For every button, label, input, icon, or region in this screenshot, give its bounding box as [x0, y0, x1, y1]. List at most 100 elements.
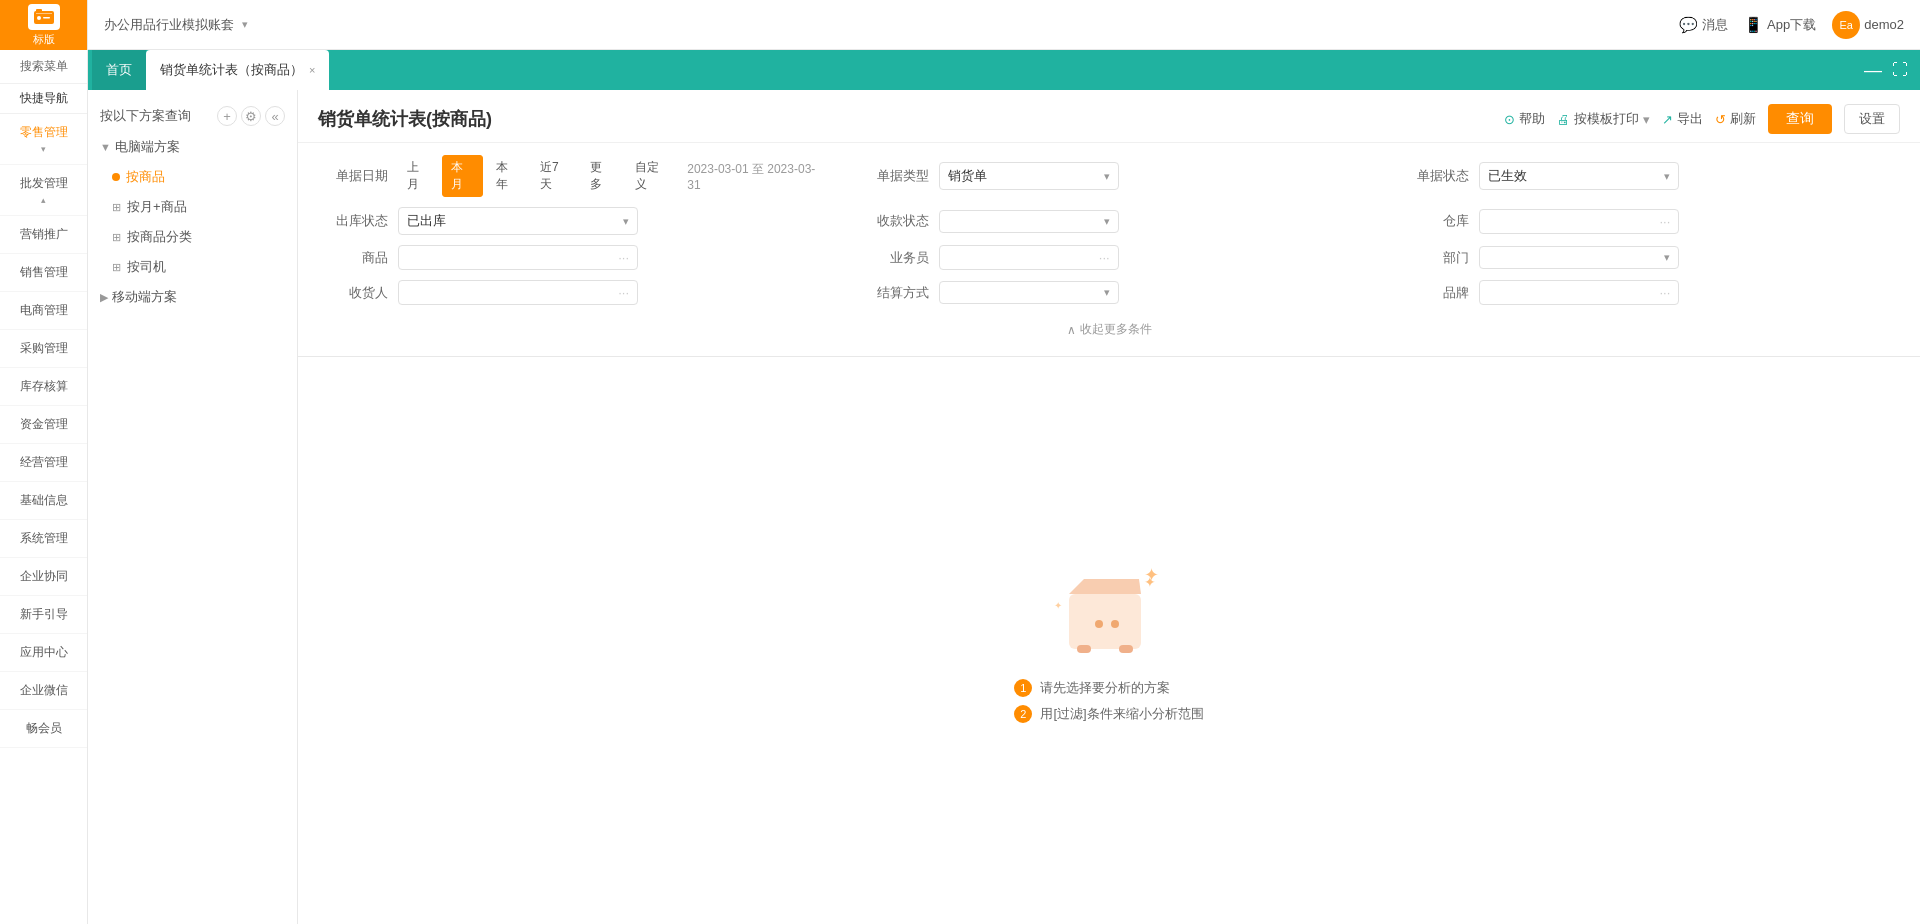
settings-btn[interactable]: 设置 [1844, 104, 1900, 134]
status-select[interactable]: 已生效 ▾ [1479, 162, 1679, 190]
payment-method-arrow: ▾ [1104, 286, 1110, 299]
tree-item-by-product[interactable]: 按商品 [88, 162, 297, 192]
by-product-label: 按商品 [126, 168, 285, 186]
tab-bar: 首页 销货单统计表（按商品） × — ⛶ [88, 50, 1920, 90]
payment-status-field: ▾ [939, 210, 1360, 233]
print-dropdown-icon: ▾ [1643, 112, 1650, 127]
goods-input[interactable]: ··· [398, 245, 638, 270]
tree-mobile-group[interactable]: ▶ 移动端方案 [88, 282, 297, 312]
warehouse-dots: ··· [1660, 214, 1671, 229]
tab-home[interactable]: 首页 [92, 50, 146, 90]
dept-select[interactable]: ▾ [1479, 246, 1679, 269]
tab-fullscreen-icon[interactable]: ⛶ [1892, 61, 1908, 79]
search-menu[interactable]: 搜索菜单 [0, 50, 87, 84]
svg-rect-10 [1077, 645, 1091, 653]
sidebar-item-basic[interactable]: 基础信息 [0, 482, 87, 520]
sidebar-item-newguide[interactable]: 新手引导 [0, 596, 87, 634]
sidebar-item-finance[interactable]: 资金管理 [0, 406, 87, 444]
tab-report-close[interactable]: × [309, 64, 315, 76]
collapse-arrow-icon: ∧ [1067, 323, 1076, 337]
warehouse-input[interactable]: ··· [1479, 209, 1679, 234]
settings-scheme-btn[interactable]: ⚙ [241, 106, 261, 126]
sidebar-item-inventory[interactable]: 库存核算 [0, 368, 87, 406]
quick-nav-label: 快捷导航 [20, 91, 68, 105]
sidebar-item-retail[interactable]: 零售管理 ▾ [0, 114, 87, 165]
svg-rect-11 [1119, 645, 1133, 653]
date-custom[interactable]: 自定义 [626, 155, 677, 197]
app-download-action[interactable]: 📱 App下载 [1744, 16, 1816, 34]
out-status-select[interactable]: 已出库 ▾ [398, 207, 638, 235]
tab-minimize-icon[interactable]: — [1864, 60, 1882, 81]
salesperson-dots: ··· [1099, 250, 1110, 265]
sidebar-item-sales[interactable]: 销售管理 [0, 254, 87, 292]
sidebar-item-marketing-label: 营销推广 [20, 226, 68, 243]
sidebar-item-operation[interactable]: 经营管理 [0, 444, 87, 482]
query-label: 查询 [1786, 110, 1814, 128]
help-btn[interactable]: ⊙ 帮助 [1504, 110, 1545, 128]
sidebar-item-ecommerce[interactable]: 电商管理 [0, 292, 87, 330]
sidebar-item-system[interactable]: 系统管理 [0, 520, 87, 558]
user-profile[interactable]: Ea demo2 [1832, 11, 1904, 39]
by-printer-label: 按司机 [127, 258, 285, 276]
sidebar-item-system-label: 系统管理 [20, 530, 68, 547]
receiver-dots: ··· [618, 285, 629, 300]
svg-rect-1 [36, 9, 42, 13]
message-icon: 💬 [1679, 16, 1698, 34]
tree-item-by-category[interactable]: ⊞ 按商品分类 [88, 222, 297, 252]
collapse-filters-btn[interactable]: ∧ 收起更多条件 [318, 315, 1900, 344]
tab-report-label: 销货单统计表（按商品） [160, 61, 303, 79]
industry-dropdown-icon[interactable]: ▾ [242, 18, 248, 31]
sidebar-item-marketing[interactable]: 营销推广 [0, 216, 87, 254]
sidebar-item-appcenter-label: 应用中心 [20, 644, 68, 661]
sidebar-item-purchase[interactable]: 采购管理 [0, 330, 87, 368]
payment-method-select[interactable]: ▾ [939, 281, 1119, 304]
svg-point-7 [1111, 620, 1119, 628]
add-scheme-btn[interactable]: + [217, 106, 237, 126]
help-icon: ⊙ [1504, 112, 1515, 127]
refresh-btn[interactable]: ↺ 刷新 [1715, 110, 1756, 128]
payment-method-label: 结算方式 [859, 284, 939, 302]
sidebar-item-wechat[interactable]: 企业微信 [0, 672, 87, 710]
sidebar-item-wholesale[interactable]: 批发管理 ▴ [0, 165, 87, 216]
tree-item-by-month-product[interactable]: ⊞ 按月+商品 [88, 192, 297, 222]
brand-input[interactable]: ··· [1479, 280, 1679, 305]
export-icon: ↗ [1662, 112, 1673, 127]
date-more[interactable]: 更多 [581, 155, 621, 197]
salesperson-input[interactable]: ··· [939, 245, 1119, 270]
sidebar-item-enterprise[interactable]: 企业协同 [0, 558, 87, 596]
receiver-input[interactable]: ··· [398, 280, 638, 305]
left-panel-header: 按以下方案查询 + ⚙ « [88, 100, 297, 132]
salesperson-field: ··· [939, 245, 1360, 270]
sidebar-item-retail-label: 零售管理 [20, 124, 68, 141]
app-download-icon: 📱 [1744, 16, 1763, 34]
date-this-month[interactable]: 本月 [442, 155, 482, 197]
page-title: 销货单统计表(按商品) [318, 107, 492, 131]
by-category-label: 按商品分类 [127, 228, 285, 246]
export-btn[interactable]: ↗ 导出 [1662, 110, 1703, 128]
dept-label: 部门 [1399, 249, 1479, 267]
sidebar-item-ecommerce-label: 电商管理 [20, 302, 68, 319]
by-category-icon: ⊞ [112, 231, 121, 244]
help-label: 帮助 [1519, 110, 1545, 128]
sidebar-item-member[interactable]: 畅会员 [0, 710, 87, 748]
payment-status-select[interactable]: ▾ [939, 210, 1119, 233]
refresh-label: 刷新 [1730, 110, 1756, 128]
query-btn[interactable]: 查询 [1768, 104, 1832, 134]
sidebar-item-appcenter[interactable]: 应用中心 [0, 634, 87, 672]
svg-point-3 [37, 16, 41, 20]
tree-item-by-printer[interactable]: ⊞ 按司机 [88, 252, 297, 282]
tab-report[interactable]: 销货单统计表（按商品） × [146, 50, 329, 90]
order-type-select[interactable]: 销货单 ▾ [939, 162, 1119, 190]
date-this-year[interactable]: 本年 [487, 155, 527, 197]
collapse-tree-btn[interactable]: « [265, 106, 285, 126]
step1-text: 请先选择要分析的方案 [1040, 679, 1170, 697]
quick-nav[interactable]: 快捷导航 [0, 84, 87, 114]
tree-pc-group[interactable]: ▼ 电脑端方案 [88, 132, 297, 162]
order-type-value: 销货单 [948, 167, 987, 185]
print-btn[interactable]: 🖨 按模板打印 ▾ [1557, 110, 1650, 128]
sidebar: 标版 搜索菜单 快捷导航 零售管理 ▾ 批发管理 ▴ 营销推广 销售管理 电商管… [0, 0, 88, 924]
message-action[interactable]: 💬 消息 [1679, 16, 1728, 34]
date-last-month[interactable]: 上月 [398, 155, 438, 197]
date-7days[interactable]: 近7天 [531, 155, 578, 197]
status-arrow: ▾ [1664, 170, 1670, 183]
